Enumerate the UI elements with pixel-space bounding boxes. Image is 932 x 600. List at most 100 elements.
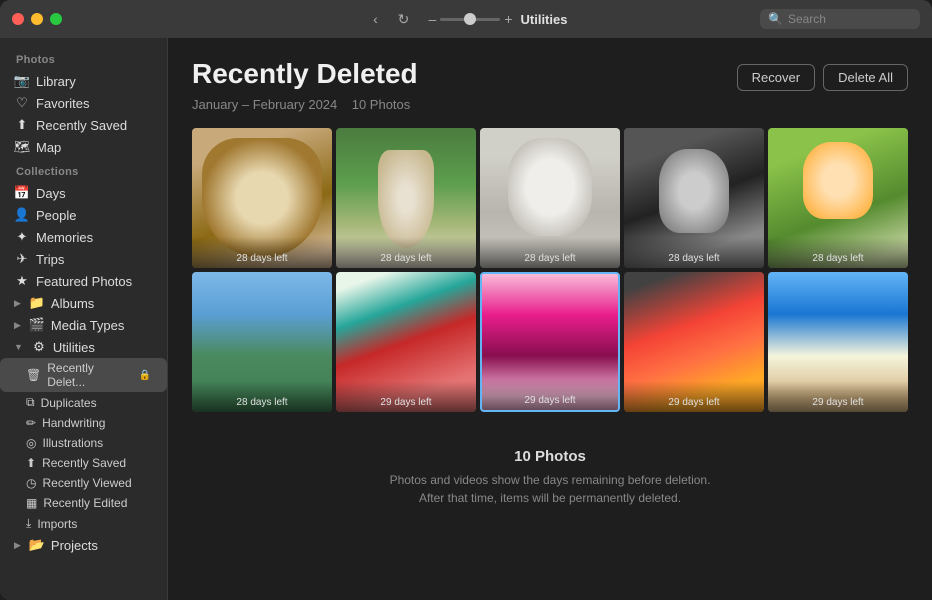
albums-icon: 📁 (29, 295, 45, 311)
footer-desc-line1: Photos and videos show the days remainin… (192, 471, 908, 489)
sidebar-item-people[interactable]: 👤 People (0, 204, 167, 226)
projects-expand-icon: ▶ (14, 540, 21, 551)
recover-button[interactable]: Recover (737, 64, 815, 91)
sidebar-item-projects-label: Projects (51, 538, 98, 553)
delete-all-button[interactable]: Delete All (823, 64, 908, 91)
photo-1[interactable]: 28 days left (192, 128, 332, 268)
recently-viewed-icon: ◷ (26, 476, 36, 490)
sidebar-item-featured-label: Featured Photos (36, 274, 132, 289)
days-icon: 📅 (14, 185, 30, 201)
duplicates-icon: ⧉ (26, 395, 35, 410)
media-types-icon: 🎬 (29, 317, 45, 333)
back-button[interactable]: ‹ (365, 8, 387, 30)
photo-6[interactable]: 28 days left (192, 272, 332, 412)
sidebar-item-albums[interactable]: ▶ 📁 Albums (0, 292, 167, 314)
photo-3-label: 28 days left (480, 237, 620, 268)
photos-section-label: Photos (0, 46, 167, 70)
sidebar-item-trips[interactable]: ✈ Trips (0, 248, 167, 270)
main-layout: Photos 📷 Library ♡ Favorites ⬆ Recently … (0, 38, 932, 600)
trips-icon: ✈ (14, 251, 30, 267)
sidebar-item-albums-label: Albums (51, 296, 94, 311)
photo-8[interactable]: 29 days left (480, 272, 620, 412)
date-range: January – February 2024 (192, 97, 337, 112)
sidebar-sub-recently-deleted-label: Recently Delet... (47, 361, 130, 389)
zoom-out-icon: – (429, 11, 437, 27)
zoom-slider[interactable] (440, 18, 500, 21)
close-button[interactable] (12, 13, 24, 25)
main-window: ‹ ↻ – + Utilities 🔍 Search Photos 📷 Libr… (0, 0, 932, 600)
subtitle-bar: January – February 2024 10 Photos (192, 97, 908, 112)
photo-2[interactable]: 28 days left (336, 128, 476, 268)
lock-icon: 🔒 (139, 370, 151, 381)
recently-deleted-icon: 🗑 (26, 368, 41, 382)
photo-2-label: 28 days left (336, 237, 476, 268)
search-icon: 🔍 (768, 12, 783, 26)
sidebar-item-days-label: Days (36, 186, 66, 201)
sidebar-item-utilities[interactable]: ▼ ⚙ Utilities (0, 336, 167, 358)
sidebar-item-featured-photos[interactable]: ★ Featured Photos (0, 270, 167, 292)
people-icon: 👤 (14, 207, 30, 223)
sidebar-item-memories[interactable]: ✦ Memories (0, 226, 167, 248)
sidebar-sub-recently-deleted[interactable]: 🗑 Recently Delet... 🔒 (0, 358, 167, 392)
sidebar-item-map-label: Map (36, 140, 61, 155)
sidebar-item-recently-saved[interactable]: ⬆ Recently Saved (0, 114, 167, 136)
photo-7-label: 29 days left (336, 381, 476, 412)
sidebar-sub-recently-saved[interactable]: ⬆ Recently Saved (0, 453, 167, 473)
sidebar-sub-illustrations[interactable]: ◎ Illustrations (0, 433, 167, 453)
sidebar-item-recently-saved-label: Recently Saved (36, 118, 127, 133)
sidebar-sub-recently-viewed[interactable]: ◷ Recently Viewed (0, 473, 167, 493)
photo-4[interactable]: 28 days left (624, 128, 764, 268)
recently-saved-util-icon: ⬆ (26, 456, 36, 470)
imports-icon: ⤓ (26, 516, 31, 531)
recently-edited-icon: ▦ (26, 496, 37, 510)
photo-grid: 28 days left 28 days left 28 days left 2… (192, 128, 908, 412)
sidebar-sub-handwriting[interactable]: ✏ Handwriting (0, 413, 167, 433)
sidebar-item-library-label: Library (36, 74, 76, 89)
sidebar-item-days[interactable]: 📅 Days (0, 182, 167, 204)
page-title: Recently Deleted (192, 58, 418, 90)
photo-10-label: 29 days left (768, 381, 908, 412)
illustrations-icon: ◎ (26, 436, 36, 450)
titlebar-title: Utilities (521, 12, 568, 27)
sidebar-item-projects[interactable]: ▶ 📂 Projects (0, 534, 167, 556)
zoom-in-icon: + (504, 11, 512, 27)
photo-9-label: 29 days left (624, 381, 764, 412)
utilities-expand-icon: ▼ (14, 342, 23, 352)
titlebar-controls: ‹ ↻ – + (365, 8, 521, 30)
sidebar-item-favorites-label: Favorites (36, 96, 89, 111)
photo-10[interactable]: 29 days left (768, 272, 908, 412)
sidebar-sub-recently-edited[interactable]: ▦ Recently Edited (0, 493, 167, 513)
photo-3[interactable]: 28 days left (480, 128, 620, 268)
albums-expand-icon: ▶ (14, 298, 21, 309)
search-box[interactable]: 🔍 Search (760, 9, 920, 29)
sidebar-item-map[interactable]: 🗺 Map (0, 136, 167, 158)
map-icon: 🗺 (14, 139, 30, 155)
sidebar-item-favorites[interactable]: ♡ Favorites (0, 92, 167, 114)
content-header: Recently Deleted Recover Delete All (192, 58, 908, 91)
sidebar-sub-duplicates[interactable]: ⧉ Duplicates (0, 392, 167, 413)
handwriting-icon: ✏ (26, 416, 36, 430)
footer-info: 10 Photos Photos and videos show the day… (192, 436, 908, 527)
sidebar-item-media-types[interactable]: ▶ 🎬 Media Types (0, 314, 167, 336)
header-actions: Recover Delete All (737, 64, 908, 91)
fullscreen-button[interactable] (50, 13, 62, 25)
sidebar-item-library[interactable]: 📷 Library (0, 70, 167, 92)
search-input[interactable]: Search (788, 12, 826, 26)
minimize-button[interactable] (31, 13, 43, 25)
photo-7[interactable]: 29 days left (336, 272, 476, 412)
utilities-icon: ⚙ (31, 339, 47, 355)
sidebar-sub-recently-viewed-label: Recently Viewed (42, 476, 131, 490)
featured-icon: ★ (14, 273, 30, 289)
content-area: Recently Deleted Recover Delete All Janu… (168, 38, 932, 600)
sidebar-item-trips-label: Trips (36, 252, 64, 267)
zoom-slider-container: – + (429, 11, 513, 27)
photo-8-label: 29 days left (482, 379, 618, 410)
sidebar-sub-imports[interactable]: ⤓ Imports (0, 513, 167, 534)
photo-9[interactable]: 29 days left (624, 272, 764, 412)
media-types-expand-icon: ▶ (14, 320, 21, 331)
photo-5[interactable]: 28 days left (768, 128, 908, 268)
sidebar-sub-duplicates-label: Duplicates (41, 396, 97, 410)
rotate-button[interactable]: ↻ (393, 8, 415, 30)
projects-icon: 📂 (29, 537, 45, 553)
sidebar: Photos 📷 Library ♡ Favorites ⬆ Recently … (0, 38, 168, 600)
